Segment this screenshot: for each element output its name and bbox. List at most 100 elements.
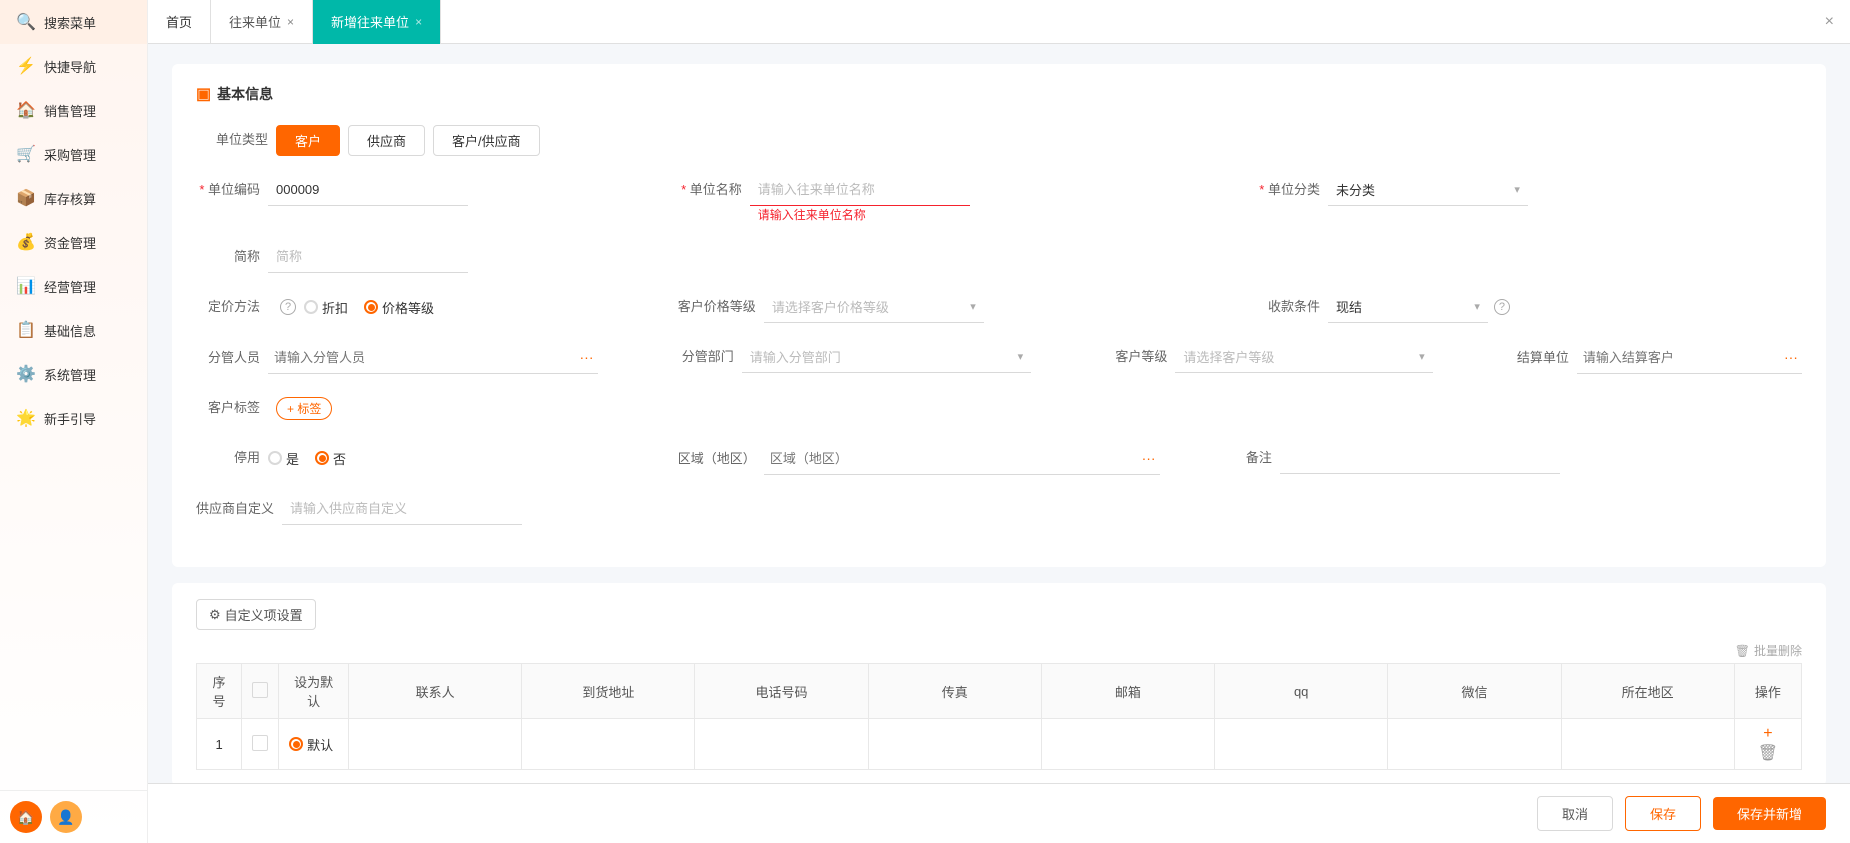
cancel-button[interactable]: 取消	[1537, 796, 1613, 831]
sidebar-home-btn[interactable]: 🏠	[10, 801, 42, 833]
supplier-custom-input[interactable]	[282, 493, 522, 525]
settlement-input[interactable]	[1577, 341, 1780, 373]
row-checkbox[interactable]	[242, 719, 279, 770]
row-fax[interactable]	[868, 719, 1041, 770]
disabled-yes-radio[interactable]: 是	[268, 449, 299, 468]
unit-btn-both[interactable]: 客户/供应商	[433, 125, 540, 156]
disabled-label: 停用	[196, 442, 268, 474]
remark-input[interactable]	[1280, 442, 1560, 474]
sidebar-item-finance[interactable]: 💰 资金管理	[0, 220, 147, 264]
tags-row: 客户标签 + 标签	[196, 392, 1802, 424]
col-qq: qq	[1214, 664, 1387, 719]
payment-terms-label: 收款条件	[1256, 291, 1328, 323]
save-button[interactable]: 保存	[1625, 796, 1701, 831]
abbr-input[interactable]	[268, 241, 468, 273]
tab-unit-list[interactable]: 往来单位 ×	[211, 0, 313, 44]
sidebar-user-btn[interactable]: 👤	[50, 801, 82, 833]
manager-input[interactable]	[268, 341, 576, 373]
disabled-radio-group: 是 否	[268, 449, 346, 468]
customer-tag-label: 客户标签	[196, 392, 268, 424]
pricing-help-icon[interactable]: ?	[280, 299, 296, 315]
pricing-radio-group: 折扣 价格等级	[304, 298, 434, 317]
tab-unit-list-close[interactable]: ×	[287, 15, 294, 29]
manager-input-wrapper: ···	[268, 341, 598, 374]
payment-help-icon[interactable]: ?	[1494, 299, 1510, 315]
unit-btn-supplier[interactable]: 供应商	[348, 125, 425, 156]
dept-select[interactable]: 请输入分管部门 ▾	[742, 341, 1031, 373]
sidebar-item-label: 基础信息	[44, 321, 96, 340]
row-phone[interactable]	[695, 719, 868, 770]
unit-btn-customer[interactable]: 客户	[276, 125, 340, 156]
star-icon: 🌟	[16, 408, 36, 428]
sidebar-item-label: 搜索菜单	[44, 13, 96, 32]
tab-bar: 首页 往来单位 × 新增往来单位 × ×	[148, 0, 1850, 44]
col-checkbox	[242, 664, 279, 719]
unit-category-value: 未分类	[1336, 180, 1375, 199]
sidebar-bottom: 🏠 👤	[0, 790, 147, 843]
custom-settings-label: 自定义项设置	[225, 605, 303, 624]
sidebar-item-quick-nav[interactable]: ⚡ 快捷导航	[0, 44, 147, 88]
row-qq[interactable]	[1214, 719, 1387, 770]
disabled-no-radio[interactable]: 否	[315, 449, 346, 468]
abbr-row: 简称	[196, 241, 1802, 273]
dept-placeholder: 请输入分管部门	[750, 347, 841, 366]
row-email[interactable]	[1041, 719, 1214, 770]
pricing-level-radio[interactable]: 价格等级	[364, 298, 434, 317]
customer-level-label: 客户等级	[1111, 341, 1175, 373]
sidebar-item-inventory[interactable]: 📦 库存核算	[0, 176, 147, 220]
list-icon: 📋	[16, 320, 36, 340]
row-wechat[interactable]	[1388, 719, 1561, 770]
tag-add-btn[interactable]: + 标签	[276, 397, 332, 420]
pricing-discount-radio[interactable]: 折扣	[304, 298, 348, 317]
region-more-btn[interactable]: ···	[1138, 450, 1160, 466]
settlement-more-btn[interactable]: ···	[1780, 349, 1802, 365]
disabled-region-row: 停用 是 否 区域（地区）	[196, 442, 1802, 475]
customer-level-select[interactable]: 请选择客户等级 ▾	[1175, 341, 1432, 373]
col-wechat: 微信	[1388, 664, 1561, 719]
manager-label: 分管人员	[196, 342, 268, 374]
sidebar-item-search[interactable]: 🔍 搜索菜单	[0, 0, 147, 44]
custom-settings-btn[interactable]: ⚙ 自定义项设置	[196, 599, 316, 630]
sidebar-item-basic-info[interactable]: 📋 基础信息	[0, 308, 147, 352]
batch-delete-label[interactable]: 批量删除	[1754, 642, 1802, 659]
unit-type-label: 单位类型	[196, 124, 276, 156]
main-area: 首页 往来单位 × 新增往来单位 × × ▣ 基本信息 单位类型 客户	[148, 0, 1850, 843]
table-row: 1 默认	[197, 719, 1802, 770]
row-add-btn[interactable]: +	[1759, 725, 1776, 743]
batch-delete-icon: 🗑	[1735, 644, 1750, 658]
sidebar-item-system[interactable]: ⚙️ 系统管理	[0, 352, 147, 396]
row-default-label: 默认	[307, 735, 333, 754]
row-region[interactable]	[1561, 719, 1734, 770]
row-delete-btn[interactable]: 🗑	[1754, 743, 1782, 763]
section-title-icon: ▣	[196, 84, 211, 104]
box-icon: 📦	[16, 188, 36, 208]
manager-more-btn[interactable]: ···	[576, 349, 598, 365]
unit-code-input[interactable]	[268, 174, 468, 206]
region-input[interactable]	[764, 442, 1138, 474]
sidebar-item-sales[interactable]: 🏠 销售管理	[0, 88, 147, 132]
tab-home-label: 首页	[166, 12, 192, 31]
home-icon: 🏠	[16, 100, 36, 120]
sidebar-item-purchase[interactable]: 🛒 采购管理	[0, 132, 147, 176]
tag-add-label: + 标签	[287, 400, 321, 417]
payment-terms-select[interactable]: 现结 ▾	[1328, 291, 1488, 323]
customer-price-select[interactable]: 请选择客户价格等级 ▾	[764, 291, 984, 323]
close-all-tabs[interactable]: ×	[1809, 13, 1850, 31]
row-address[interactable]	[522, 719, 695, 770]
tab-add-unit-close[interactable]: ×	[415, 15, 422, 29]
unit-type-row: 单位类型 客户 供应商 客户/供应商	[196, 124, 1802, 156]
tab-home[interactable]: 首页	[148, 0, 211, 44]
sidebar-item-operations[interactable]: 📊 经营管理	[0, 264, 147, 308]
unit-category-label: 单位分类	[1256, 174, 1328, 206]
customer-price-placeholder: 请选择客户价格等级	[772, 297, 889, 316]
sidebar-item-guide[interactable]: 🌟 新手引导	[0, 396, 147, 440]
row-contact[interactable]	[349, 719, 522, 770]
sidebar-item-label: 库存核算	[44, 189, 96, 208]
save-new-button[interactable]: 保存并新增	[1713, 797, 1826, 830]
unit-name-input[interactable]	[750, 174, 970, 206]
pricing-row: 定价方法 ? 折扣 价格等级 客户价格等级	[196, 291, 1802, 323]
unit-category-select[interactable]: 未分类 ▾	[1328, 174, 1528, 206]
col-email: 邮箱	[1041, 664, 1214, 719]
settings-icon: ⚙	[209, 607, 221, 623]
tab-add-unit[interactable]: 新增往来单位 ×	[313, 0, 441, 44]
